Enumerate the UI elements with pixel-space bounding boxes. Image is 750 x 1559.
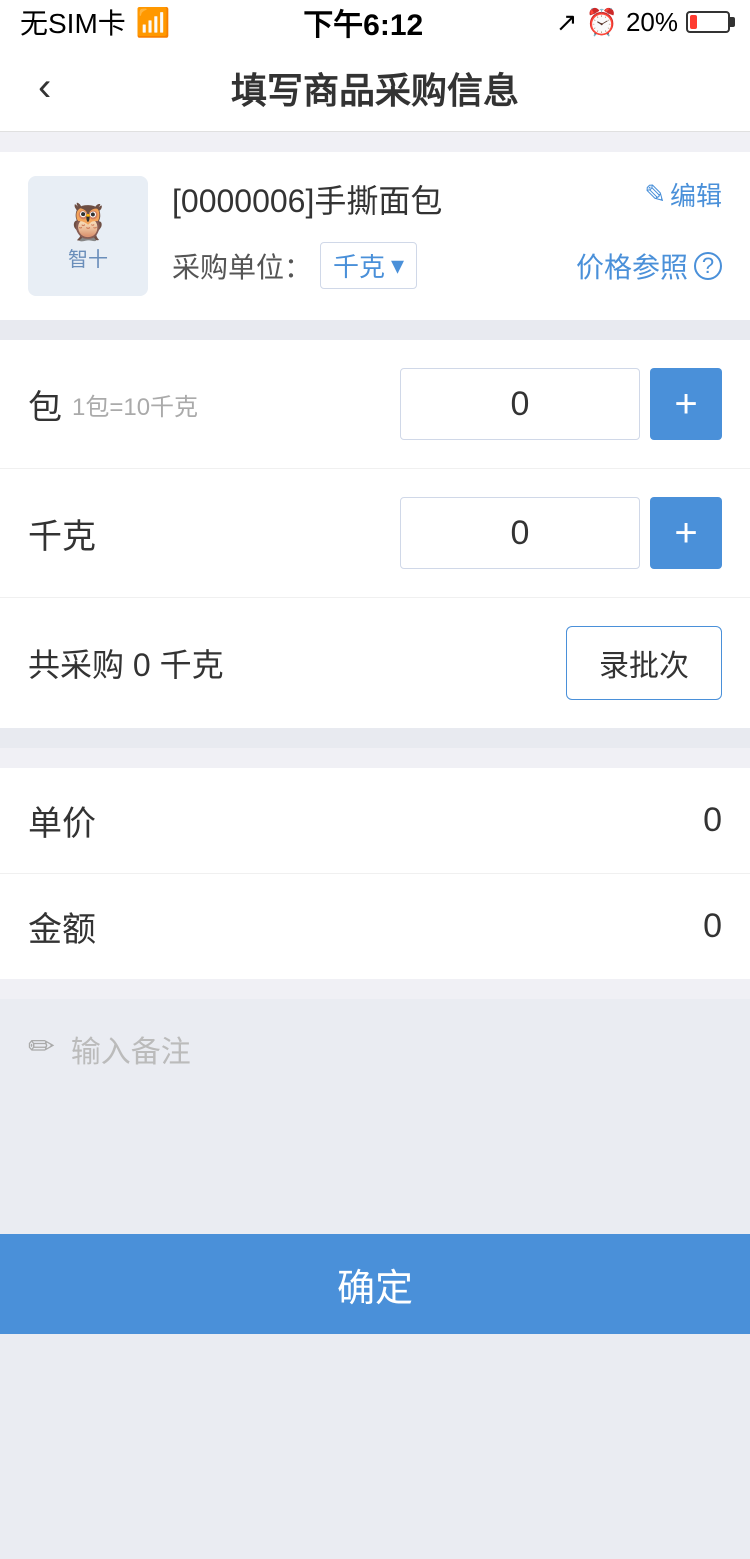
price-ref-button[interactable]: 价格参照 ? xyxy=(576,246,722,286)
divider-2 xyxy=(0,728,750,748)
unit-bag-label: 包 xyxy=(28,380,62,429)
remark-placeholder: 输入备注 xyxy=(71,1027,191,1071)
unit-select[interactable]: 千克 ▾ xyxy=(320,242,417,289)
status-time: 下午6:12 xyxy=(303,0,423,44)
unit-value: 千克 xyxy=(333,247,385,284)
amount-row: 金额 0 xyxy=(0,874,750,979)
back-button[interactable]: ‹ xyxy=(28,55,61,120)
product-card: 🦉 智十 [0000006]手撕面包 ✎ 编辑 采购单位： 千克 ▾ 价格参照 … xyxy=(0,152,750,320)
unit-kg-label: 千克 xyxy=(28,509,96,558)
quantity-bag-value: 0 xyxy=(511,385,530,424)
unit-price-value: 0 xyxy=(703,801,722,840)
product-unit-row: 采购单位： 千克 ▾ 价格参照 ? xyxy=(172,242,722,289)
record-batch-button[interactable]: 录批次 xyxy=(566,626,722,700)
edit-icon: ✎ xyxy=(644,179,666,210)
product-name: [0000006]手撕面包 xyxy=(172,176,442,222)
amount-value: 0 xyxy=(703,907,722,946)
quantity-kg-input[interactable]: 0 xyxy=(400,497,640,569)
unit-bag-hint: 1包=10千克 xyxy=(72,387,198,422)
nav-bar: ‹ 填写商品采购信息 xyxy=(0,44,750,132)
product-info: [0000006]手撕面包 ✎ 编辑 采购单位： 千克 ▾ 价格参照 ? xyxy=(172,176,722,289)
battery-text: 20% xyxy=(626,7,678,38)
quantity-bag-plus-button[interactable]: + xyxy=(650,368,722,440)
status-bar: 无SIM卡 📶 下午6:12 ↗ ⏰ 20% xyxy=(0,0,750,44)
location-icon: ↗ xyxy=(556,7,578,38)
product-header: [0000006]手撕面包 ✎ 编辑 xyxy=(172,176,722,222)
edit-button[interactable]: ✎ 编辑 xyxy=(644,176,722,213)
price-ref-label: 价格参照 xyxy=(576,246,688,286)
quantity-kg-plus-button[interactable]: + xyxy=(650,497,722,569)
quantity-section: 包 1包=10千克 0 + 千克 0 + xyxy=(0,340,750,598)
quantity-row-kg: 千克 0 + xyxy=(0,469,750,598)
help-icon: ? xyxy=(694,252,722,280)
quantity-row-bag: 包 1包=10千克 0 + xyxy=(0,340,750,469)
product-logo: 🦉 智十 xyxy=(66,201,111,272)
unit-price-label: 单价 xyxy=(28,796,96,845)
empty-content-area xyxy=(0,1159,750,1559)
edit-label: 编辑 xyxy=(670,176,722,213)
pencil-icon: ✏ xyxy=(28,1027,55,1065)
total-text: 共采购 0 千克 xyxy=(28,640,224,686)
divider-1 xyxy=(0,320,750,340)
page-title: 填写商品采购信息 xyxy=(231,62,519,114)
unit-price-row: 单价 0 xyxy=(0,768,750,874)
remark-section[interactable]: ✏ 输入备注 xyxy=(0,999,750,1159)
wifi-icon: 📶 xyxy=(136,6,171,39)
unit-label: 采购单位： xyxy=(172,246,312,286)
status-right: ↗ ⏰ 20% xyxy=(556,7,730,38)
product-image: 🦉 智十 xyxy=(28,176,148,296)
quantity-bag-input[interactable]: 0 xyxy=(400,368,640,440)
alarm-icon: ⏰ xyxy=(586,7,618,38)
confirm-button[interactable]: 确定 xyxy=(0,1234,750,1334)
price-section: 单价 0 金额 0 xyxy=(0,768,750,979)
amount-label: 金额 xyxy=(28,902,96,951)
total-label: 共采购 xyxy=(28,647,124,683)
status-left: 无SIM卡 📶 xyxy=(20,2,171,42)
carrier-text: 无SIM卡 xyxy=(20,2,126,42)
battery-icon xyxy=(686,11,730,33)
quantity-kg-value: 0 xyxy=(511,514,530,553)
total-row: 共采购 0 千克 录批次 xyxy=(0,598,750,728)
chevron-down-icon: ▾ xyxy=(391,250,404,281)
